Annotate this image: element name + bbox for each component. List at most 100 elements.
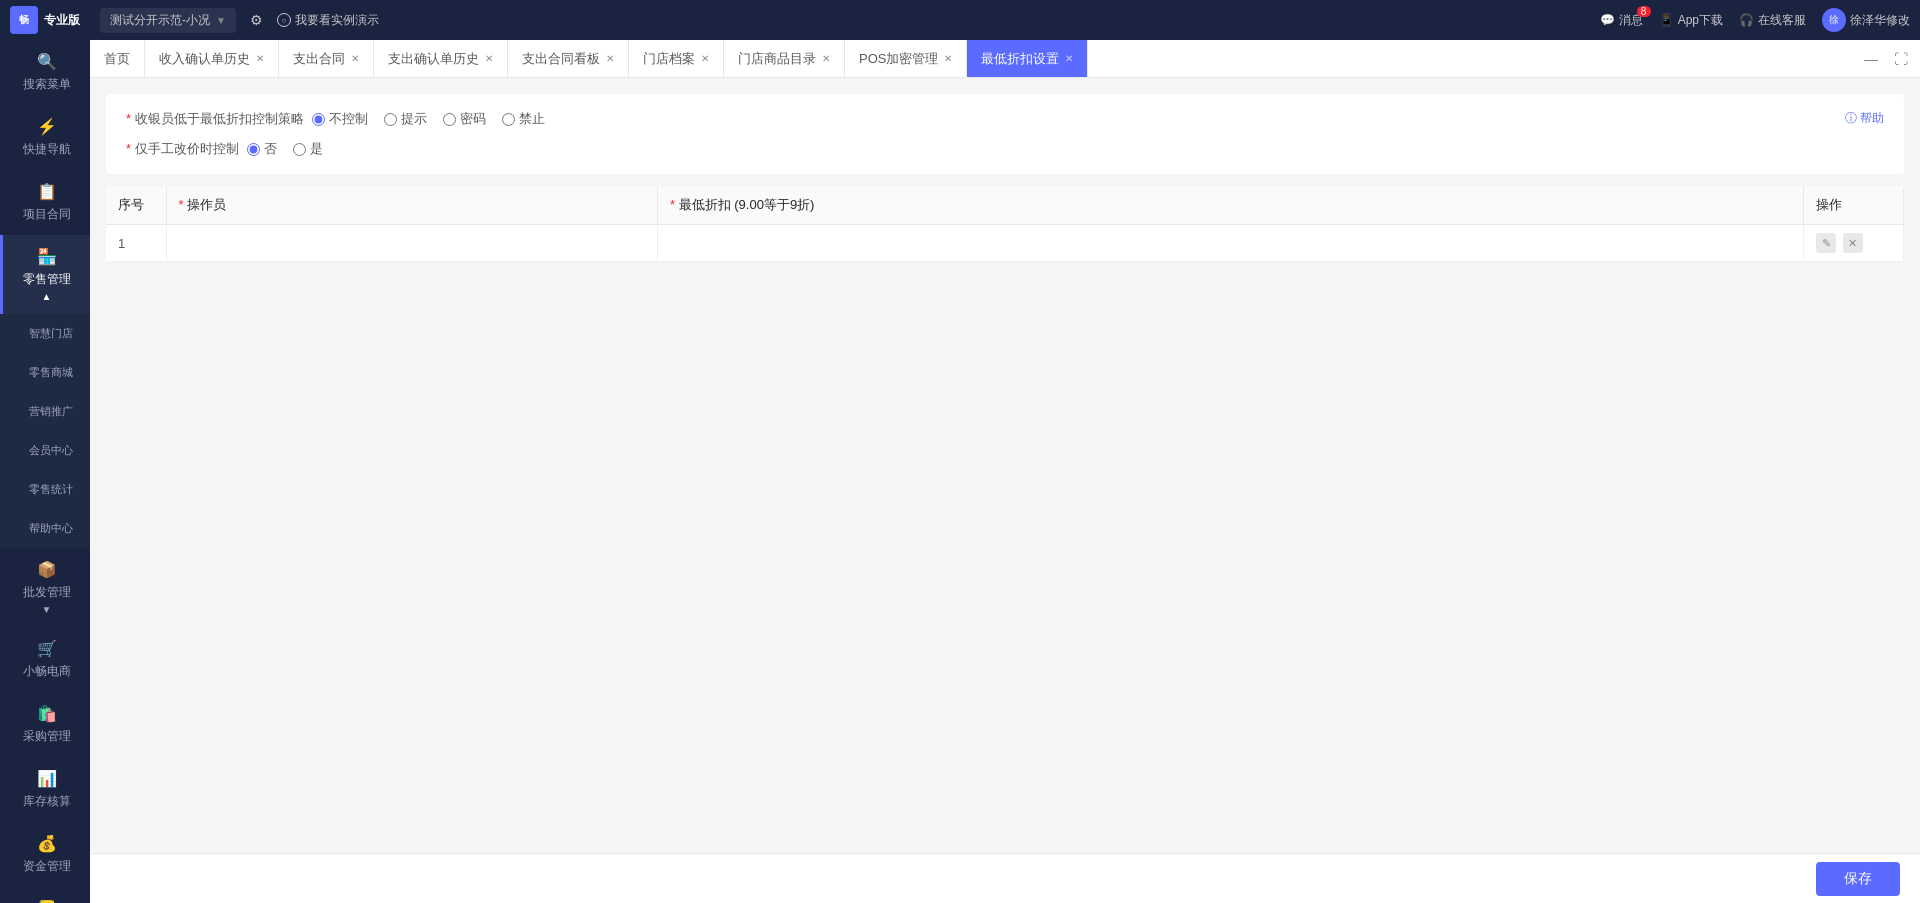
tab-pay-confirm-history[interactable]: 支出确认单历史 ✕ bbox=[374, 40, 508, 78]
table-header-row: 序号 * 操作员 * 最低折扣 (9.00等于9折) 操作 bbox=[106, 186, 1904, 225]
demo-link[interactable]: ○ 我要看实例演示 bbox=[277, 12, 379, 29]
tab-income-history-label: 收入确认单历史 bbox=[159, 50, 250, 68]
tab-min-discount-close[interactable]: ✕ bbox=[1065, 53, 1073, 64]
sidebar-item-member[interactable]: 会员中心 bbox=[0, 431, 90, 470]
radio-remind-input[interactable] bbox=[384, 113, 397, 126]
tab-pos-encrypt-close[interactable]: ✕ bbox=[944, 53, 952, 64]
logo-icon: 畅 bbox=[10, 6, 38, 34]
sidebar-item-ledger[interactable]: 📒 总账管理 bbox=[0, 887, 90, 903]
sidebar-item-shortcut[interactable]: ⚡ 快捷导航 bbox=[0, 105, 90, 170]
tab-pos-encrypt-label: POS加密管理 bbox=[859, 50, 938, 68]
form-section: * 收银员低于最低折扣控制策略 不控制 提示 bbox=[106, 94, 1904, 174]
demo-label: 我要看实例演示 bbox=[295, 12, 379, 29]
sidebar-label-search: 搜索菜单 bbox=[23, 76, 71, 93]
help-link[interactable]: ⓘ 帮助 bbox=[1845, 110, 1884, 127]
radio-password-input[interactable] bbox=[443, 113, 456, 126]
main-layout: 🔍 搜索菜单 ⚡ 快捷导航 📋 项目合同 🏪 零售管理 ▲ 智慧门店 零售商城 … bbox=[0, 40, 1920, 903]
sidebar-item-smart-store[interactable]: 智慧门店 bbox=[0, 314, 90, 353]
message-badge: 8 bbox=[1637, 6, 1651, 17]
settings-icon[interactable]: ⚙ bbox=[246, 8, 267, 32]
manual-price-radio-group: 否 是 bbox=[247, 140, 323, 158]
tab-min-discount-label: 最低折扣设置 bbox=[981, 50, 1059, 68]
required-star-1: * bbox=[126, 111, 131, 126]
radio-yes[interactable]: 是 bbox=[293, 140, 323, 158]
sidebar-item-inventory[interactable]: 📊 库存核算 bbox=[0, 757, 90, 822]
tab-minimize-icon[interactable]: — bbox=[1860, 49, 1882, 69]
project-icon: 📋 bbox=[37, 182, 57, 201]
sidebar-item-retail-mall[interactable]: 零售商城 bbox=[0, 353, 90, 392]
cell-actions: ✎ ✕ bbox=[1804, 225, 1904, 262]
page-content: * 收银员低于最低折扣控制策略 不控制 提示 bbox=[90, 78, 1920, 853]
tab-income-history-close[interactable]: ✕ bbox=[256, 53, 264, 64]
tab-pos-encrypt[interactable]: POS加密管理 ✕ bbox=[845, 40, 967, 78]
save-button[interactable]: 保存 bbox=[1816, 862, 1900, 896]
sidebar-item-ecommerce[interactable]: 🛒 小畅电商 bbox=[0, 627, 90, 692]
tab-store-catalog-label: 门店商品目录 bbox=[738, 50, 816, 68]
radio-password[interactable]: 密码 bbox=[443, 110, 486, 128]
message-button[interactable]: 💬 消息 8 bbox=[1600, 12, 1643, 29]
app-download-label: App下载 bbox=[1678, 12, 1723, 29]
sidebar-item-search[interactable]: 🔍 搜索菜单 bbox=[0, 40, 90, 105]
sidebar-label-wholesale: 批发管理 bbox=[23, 584, 71, 601]
customer-service-button[interactable]: 🎧 在线客服 bbox=[1739, 12, 1806, 29]
customer-service-label: 在线客服 bbox=[1758, 12, 1806, 29]
sidebar-item-finance[interactable]: 💰 资金管理 bbox=[0, 822, 90, 887]
col-header-actions: 操作 bbox=[1804, 186, 1904, 225]
sidebar-item-marketing[interactable]: 营销推广 bbox=[0, 392, 90, 431]
tab-home[interactable]: 首页 bbox=[90, 40, 145, 78]
tab-pay-contract-close[interactable]: ✕ bbox=[351, 53, 359, 64]
sidebar-label-marketing: 营销推广 bbox=[29, 404, 73, 419]
radio-remind-label: 提示 bbox=[401, 110, 427, 128]
data-table: 序号 * 操作员 * 最低折扣 (9.00等于9折) 操作 bbox=[106, 186, 1904, 262]
user-profile[interactable]: 徐 徐泽华修改 bbox=[1822, 8, 1910, 32]
table-row: 1 ✎ ✕ bbox=[106, 225, 1904, 262]
edit-row-icon[interactable]: ✎ bbox=[1816, 233, 1836, 253]
tab-store-catalog[interactable]: 门店商品目录 ✕ bbox=[724, 40, 845, 78]
sidebar-item-help[interactable]: 帮助中心 bbox=[0, 509, 90, 548]
control-strategy-radio-group: 不控制 提示 密码 bbox=[312, 110, 545, 128]
sidebar-item-retail-stats[interactable]: 零售统计 bbox=[0, 470, 90, 509]
tab-min-discount[interactable]: 最低折扣设置 ✕ bbox=[967, 40, 1088, 78]
tab-extra-controls: — ⛶ bbox=[1852, 49, 1920, 69]
sidebar-item-wholesale[interactable]: 📦 批发管理 ▼ bbox=[0, 548, 90, 627]
tab-store-file-close[interactable]: ✕ bbox=[701, 53, 709, 64]
tab-pay-board[interactable]: 支出合同看板 ✕ bbox=[508, 40, 629, 78]
delete-row-icon[interactable]: ✕ bbox=[1843, 233, 1863, 253]
sidebar-item-purchase[interactable]: 🛍️ 采购管理 bbox=[0, 692, 90, 757]
sidebar-item-project[interactable]: 📋 项目合同 bbox=[0, 170, 90, 235]
wholesale-icon: 📦 bbox=[37, 560, 57, 579]
tab-pay-board-close[interactable]: ✕ bbox=[606, 53, 614, 64]
tab-maximize-icon[interactable]: ⛶ bbox=[1890, 49, 1912, 69]
ecommerce-icon: 🛒 bbox=[37, 639, 57, 658]
radio-remind[interactable]: 提示 bbox=[384, 110, 427, 128]
tab-pay-contract[interactable]: 支出合同 ✕ bbox=[279, 40, 374, 78]
shortcut-icon: ⚡ bbox=[37, 117, 57, 136]
footer: 保存 bbox=[90, 853, 1920, 903]
sidebar-label-project: 项目合同 bbox=[23, 206, 71, 223]
app-download-button[interactable]: 📱 App下载 bbox=[1659, 12, 1723, 29]
radio-no[interactable]: 否 bbox=[247, 140, 277, 158]
tab-store-file[interactable]: 门店档案 ✕ bbox=[629, 40, 724, 78]
cell-seq: 1 bbox=[106, 225, 166, 262]
tab-income-history[interactable]: 收入确认单历史 ✕ bbox=[145, 40, 279, 78]
wholesale-expand-icon: ▼ bbox=[42, 604, 52, 615]
tab-store-catalog-close[interactable]: ✕ bbox=[822, 53, 830, 64]
radio-no-control[interactable]: 不控制 bbox=[312, 110, 368, 128]
sidebar-item-retail[interactable]: 🏪 零售管理 ▲ bbox=[0, 235, 90, 314]
tab-pay-confirm-history-close[interactable]: ✕ bbox=[485, 53, 493, 64]
radio-yes-label: 是 bbox=[310, 140, 323, 158]
tab-bar: 首页 收入确认单历史 ✕ 支出合同 ✕ 支出确认单历史 ✕ 支出合同看板 ✕ 门… bbox=[90, 40, 1920, 78]
download-icon: 📱 bbox=[1659, 13, 1674, 27]
radio-forbid-input[interactable] bbox=[502, 113, 515, 126]
radio-yes-input[interactable] bbox=[293, 143, 306, 156]
col-discount-required-star: * bbox=[670, 197, 675, 212]
ledger-icon: 📒 bbox=[37, 899, 57, 903]
sidebar-label-ecommerce: 小畅电商 bbox=[23, 663, 71, 680]
project-selector[interactable]: 测试分开示范-小况 ▼ bbox=[100, 8, 236, 33]
radio-forbid[interactable]: 禁止 bbox=[502, 110, 545, 128]
radio-no-input[interactable] bbox=[247, 143, 260, 156]
radio-no-control-input[interactable] bbox=[312, 113, 325, 126]
cell-min-discount bbox=[657, 225, 1803, 262]
inventory-icon: 📊 bbox=[37, 769, 57, 788]
user-name: 徐泽华修改 bbox=[1850, 12, 1910, 29]
